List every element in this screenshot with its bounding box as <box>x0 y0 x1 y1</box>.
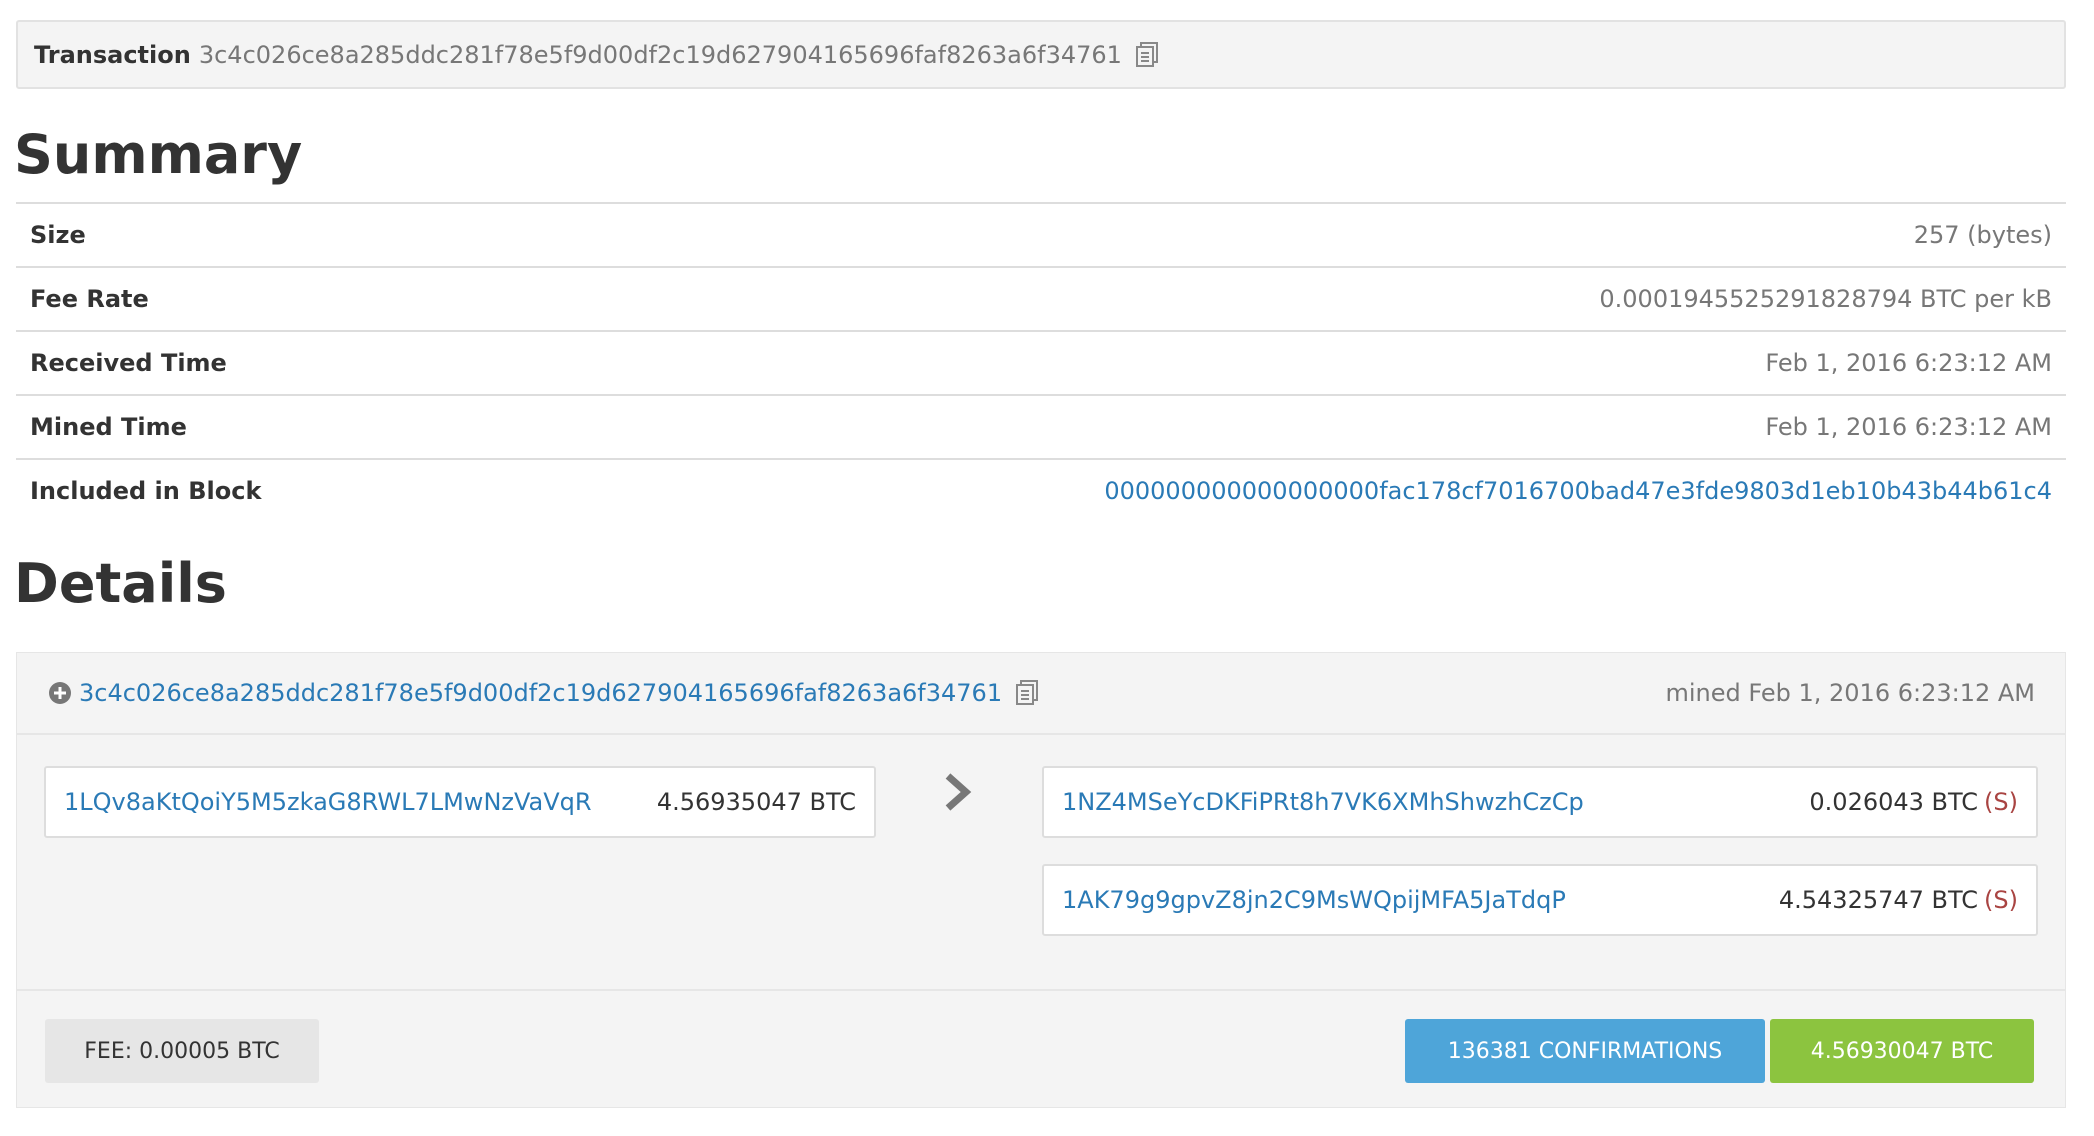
transaction-page: Transaction 3c4c026ce8a285ddc281f78e5f9d… <box>0 0 2094 1136</box>
confirmations-button[interactable]: 136381 CONFIRMATIONS <box>1405 1019 1765 1083</box>
summary-label: Fee Rate <box>30 285 149 313</box>
input-amount: 4.56935047 BTC <box>656 788 856 816</box>
mined-time: mined Feb 1, 2016 6:23:12 AM <box>1665 679 2035 707</box>
summary-heading: Summary <box>14 123 303 186</box>
details-panel-divider <box>17 989 2065 991</box>
output-box: 1AK79g9gpvZ8jn2C9MsWQpijMFA5JaTdqP 4.543… <box>1042 864 2038 936</box>
summary-value: Feb 1, 2016 6:23:12 AM <box>1765 349 2052 377</box>
summary-row-included-in-block: Included in Block 000000000000000000fac1… <box>16 458 2066 522</box>
summary-label: Received Time <box>30 349 227 377</box>
summary-row-size: Size 257 (bytes) <box>16 202 2066 266</box>
summary-row-mined-time: Mined Time Feb 1, 2016 6:23:12 AM <box>16 394 2066 458</box>
spent-flag[interactable]: (S) <box>1984 788 2018 816</box>
transaction-hash: 3c4c026ce8a285ddc281f78e5f9d00df2c19d627… <box>198 40 1122 69</box>
output-box: 1NZ4MSeYcDKFiPRt8h7VK6XMhShwzhCzCp 0.026… <box>1042 766 2038 838</box>
details-txid-link[interactable]: 3c4c026ce8a285ddc281f78e5f9d00df2c19d627… <box>79 679 1002 707</box>
output-address-link[interactable]: 1NZ4MSeYcDKFiPRt8h7VK6XMhShwzhCzCp <box>1062 788 1584 816</box>
summary-value: Feb 1, 2016 6:23:12 AM <box>1765 413 2052 441</box>
output-amount: 0.026043 BTC (S) <box>1809 788 2018 816</box>
output-amount: 4.54325747 BTC (S) <box>1779 886 2018 914</box>
summary-label: Included in Block <box>30 477 262 505</box>
output-address-link[interactable]: 1AK79g9gpvZ8jn2C9MsWQpijMFA5JaTdqP <box>1062 886 1566 914</box>
details-heading: Details <box>14 552 227 615</box>
output-amount-value: 0.026043 BTC <box>1809 788 1979 816</box>
fee-badge: FEE: 0.00005 BTC <box>45 1019 319 1083</box>
summary-row-fee-rate: Fee Rate 0.0001945525291828794 BTC per k… <box>16 266 2066 330</box>
total-amount-button[interactable]: 4.56930047 BTC <box>1770 1019 2034 1083</box>
summary-value: 257 (bytes) <box>1913 221 2052 249</box>
transaction-bar: Transaction 3c4c026ce8a285ddc281f78e5f9d… <box>16 20 2066 89</box>
block-hash-link[interactable]: 000000000000000000fac178cf7016700bad47e3… <box>1104 477 2052 505</box>
summary-label: Mined Time <box>30 413 187 441</box>
spent-flag[interactable]: (S) <box>1984 886 2018 914</box>
input-address-link[interactable]: 1LQv8aKtQoiY5M5zkaG8RWL7LMwNzVaVqR <box>64 788 592 816</box>
summary-label: Size <box>30 221 86 249</box>
summary-row-received-time: Received Time Feb 1, 2016 6:23:12 AM <box>16 330 2066 394</box>
input-box: 1LQv8aKtQoiY5M5zkaG8RWL7LMwNzVaVqR 4.569… <box>44 766 876 838</box>
details-panel-header: 3c4c026ce8a285ddc281f78e5f9d00df2c19d627… <box>17 653 2065 735</box>
expand-plus-icon[interactable] <box>47 680 73 706</box>
copy-icon[interactable] <box>1134 41 1160 69</box>
chevron-right-icon <box>945 773 972 811</box>
transaction-label: Transaction <box>34 40 191 69</box>
copy-icon[interactable] <box>1014 679 1040 707</box>
summary-value: 0.0001945525291828794 BTC per kB <box>1599 285 2052 313</box>
summary-table: Size 257 (bytes) Fee Rate 0.000194552529… <box>16 202 2066 522</box>
output-amount-value: 4.54325747 BTC <box>1778 886 1979 914</box>
